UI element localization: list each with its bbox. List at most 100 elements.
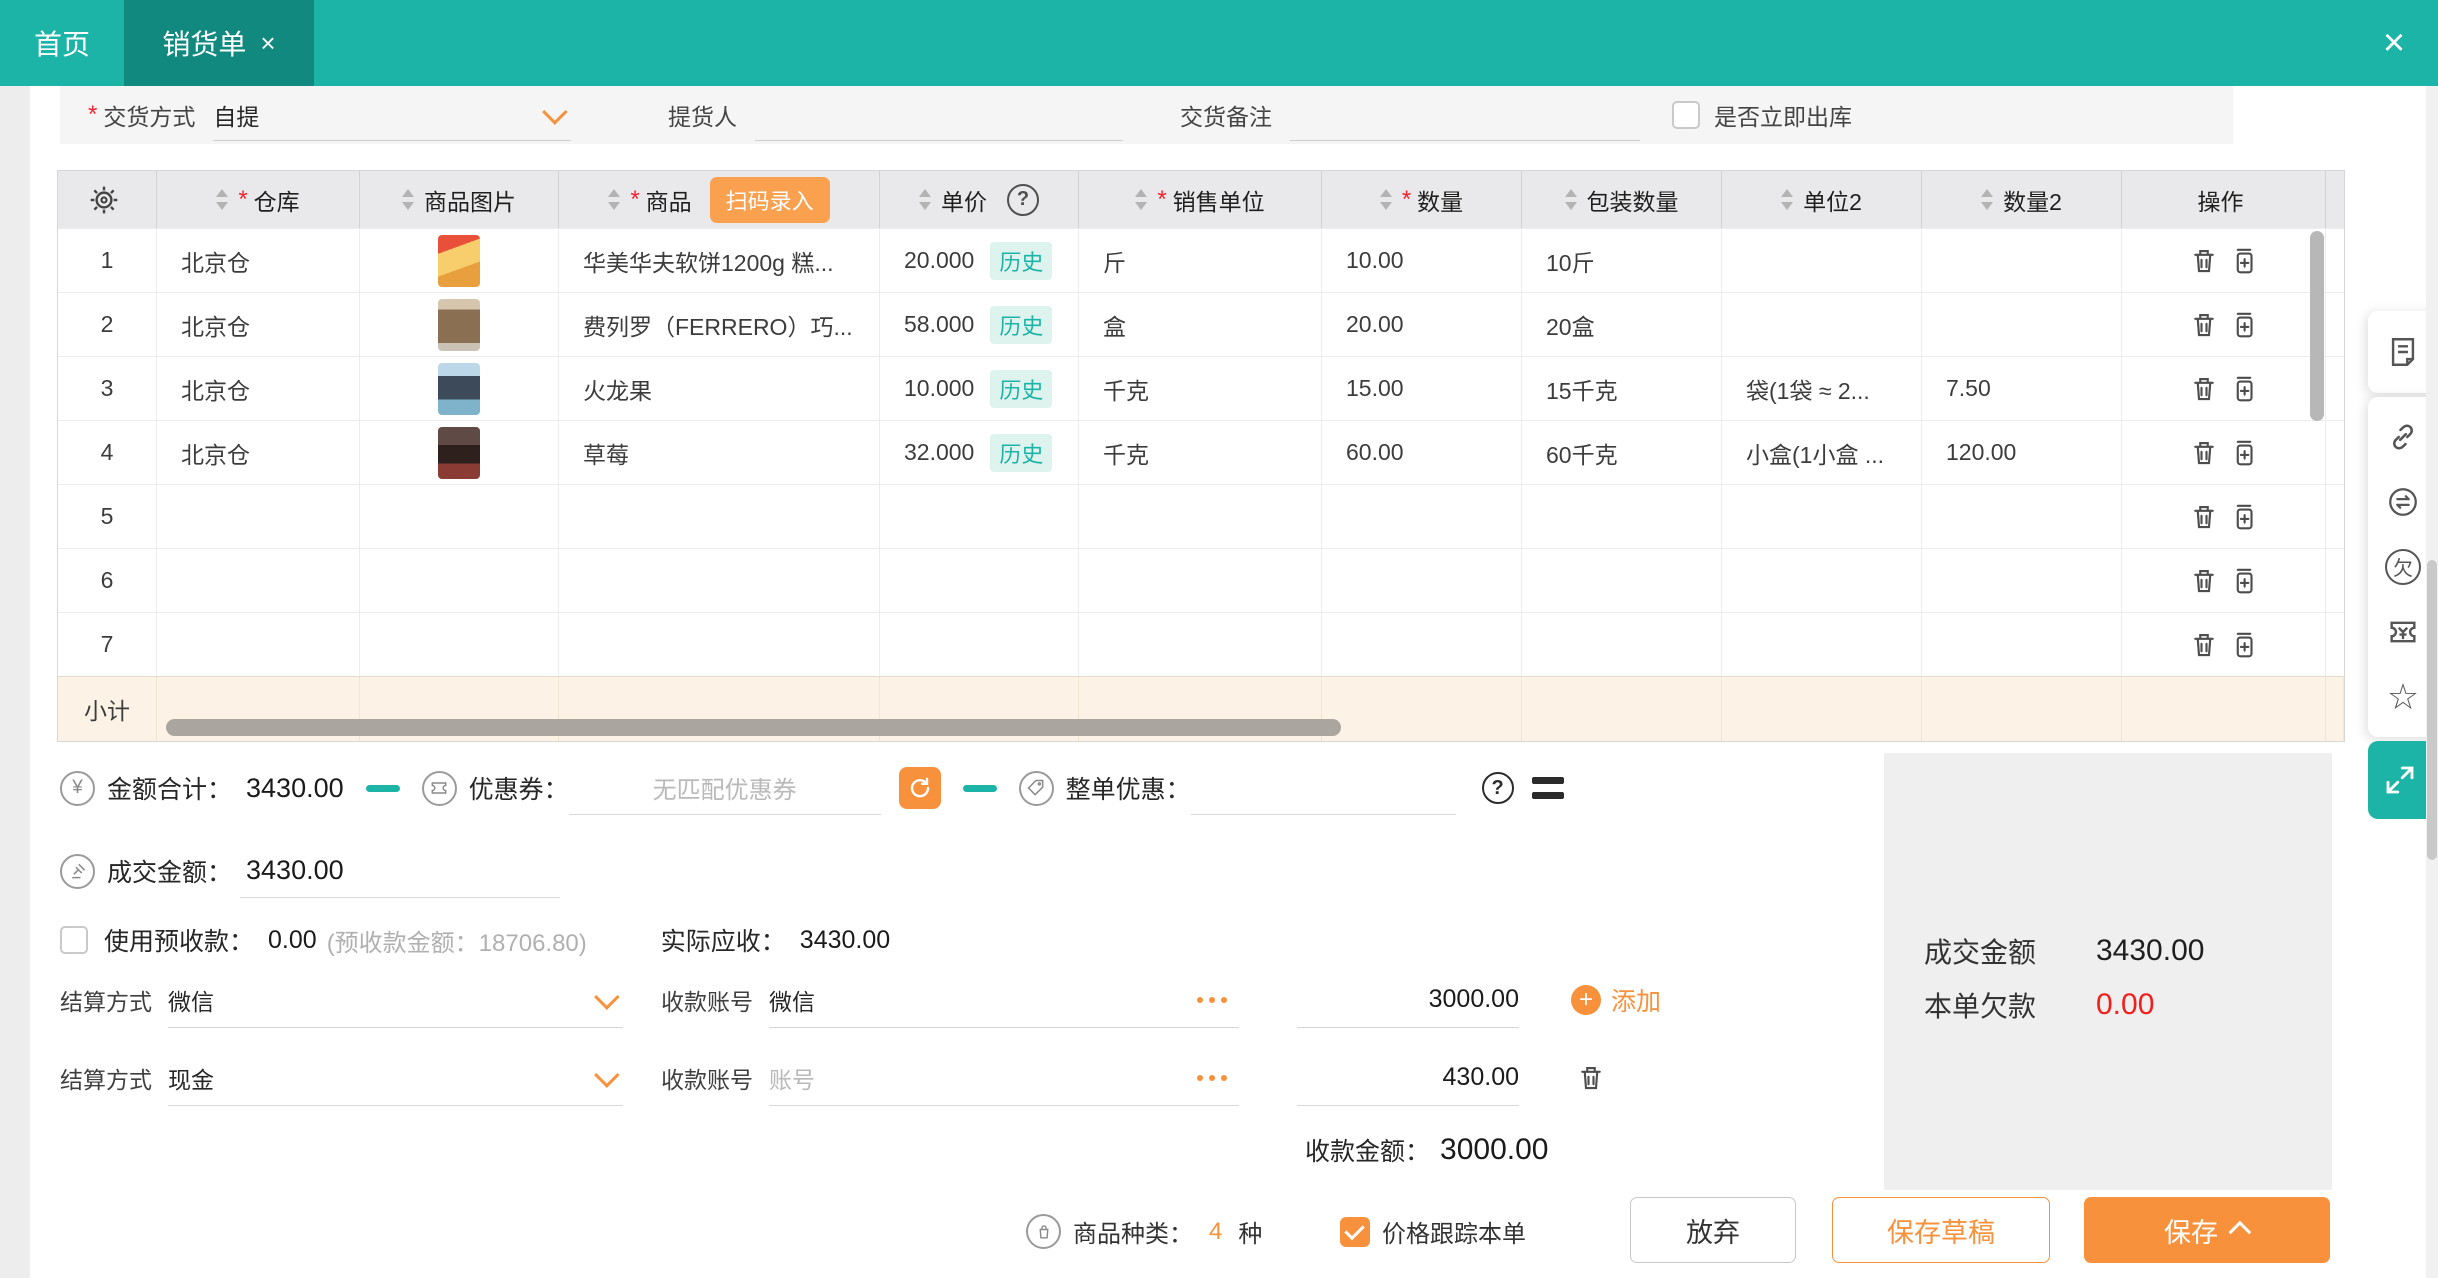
cell-pack-qty[interactable]: 15千克 xyxy=(1522,357,1722,420)
header-price[interactable]: 单价 ? xyxy=(880,171,1079,228)
receive-account-input[interactable]: 微信 xyxy=(769,973,1239,1028)
delete-row-icon[interactable] xyxy=(2184,241,2224,281)
cell-product[interactable]: 费列罗（FERRERO）巧... xyxy=(559,293,880,356)
copy-row-icon[interactable] xyxy=(2224,561,2264,601)
receive-account-input[interactable]: 账号 xyxy=(769,1051,1239,1106)
payment-amount-input[interactable]: 430.00 xyxy=(1297,1051,1519,1106)
cell-qty[interactable] xyxy=(1322,549,1522,612)
cell-unit2[interactable]: 袋(1袋 ≈ 2... xyxy=(1722,357,1922,420)
horizontal-scrollbar-thumb[interactable] xyxy=(166,719,1341,736)
save-draft-button[interactable]: 保存草稿 xyxy=(1832,1197,2050,1263)
cell-unit2[interactable] xyxy=(1722,613,1922,676)
sort-icons[interactable] xyxy=(919,189,931,210)
delete-row-icon[interactable] xyxy=(2184,497,2224,537)
copy-row-icon[interactable] xyxy=(2224,305,2264,345)
cell-qty[interactable]: 10.00 xyxy=(1322,229,1522,292)
immediate-outbound-checkbox[interactable] xyxy=(1672,101,1700,129)
cell-price[interactable]: 20.000 历史 xyxy=(880,229,1079,292)
sort-icons[interactable] xyxy=(1135,189,1148,210)
copy-row-icon[interactable] xyxy=(2224,433,2264,473)
delete-row-icon[interactable] xyxy=(2184,561,2224,601)
cell-qty[interactable]: 15.00 xyxy=(1322,357,1522,420)
history-price-badge[interactable]: 历史 xyxy=(990,433,1053,472)
cell-price[interactable] xyxy=(880,613,1079,676)
coupon-input[interactable]: 无匹配优惠券 xyxy=(568,762,881,815)
page-scrollbar-thumb[interactable] xyxy=(2427,560,2437,860)
cell-sale-unit[interactable] xyxy=(1079,485,1322,548)
cell-qty2[interactable] xyxy=(1922,549,2122,612)
cell-qty2[interactable] xyxy=(1922,293,2122,356)
cell-sale-unit[interactable] xyxy=(1079,613,1322,676)
cell-warehouse[interactable]: 北京仓 xyxy=(157,293,360,356)
header-pack-qty[interactable]: 包装数量 xyxy=(1522,171,1722,228)
add-payment-button[interactable]: + 添加 xyxy=(1571,982,1661,1018)
favorite-star-icon[interactable]: ☆ xyxy=(2383,677,2423,717)
use-advance-checkbox[interactable] xyxy=(60,926,88,954)
cell-price[interactable] xyxy=(880,485,1079,548)
cell-product[interactable]: 华美华夫软饼1200g 糕... xyxy=(559,229,880,292)
product-image[interactable] xyxy=(438,298,480,351)
cell-warehouse[interactable]: 北京仓 xyxy=(157,421,360,484)
cell-sale-unit[interactable]: 斤 xyxy=(1079,229,1322,292)
cell-qty[interactable] xyxy=(1322,485,1522,548)
delete-payment-icon[interactable] xyxy=(1571,1058,1611,1098)
expand-fullscreen-button[interactable] xyxy=(2368,741,2432,819)
abandon-button[interactable]: 放弃 xyxy=(1630,1197,1796,1263)
header-qty2[interactable]: 数量2 xyxy=(1922,171,2122,228)
exchange-icon[interactable] xyxy=(2383,482,2423,522)
history-price-badge[interactable]: 历史 xyxy=(990,369,1053,408)
cell-unit2[interactable] xyxy=(1722,549,1922,612)
sort-icons[interactable] xyxy=(608,189,621,210)
sort-icons[interactable] xyxy=(216,189,229,210)
cell-price[interactable] xyxy=(880,549,1079,612)
sort-icons[interactable] xyxy=(1379,189,1392,210)
history-price-badge[interactable]: 历史 xyxy=(990,305,1053,344)
tab-sales-order[interactable]: 销货单 × xyxy=(124,0,314,86)
delivery-method-select[interactable]: 自提 xyxy=(213,90,572,141)
cell-qty[interactable] xyxy=(1322,613,1522,676)
cell-unit2[interactable] xyxy=(1722,293,1922,356)
price-track-checkbox[interactable] xyxy=(1340,1216,1370,1247)
whole-order-discount-input[interactable] xyxy=(1190,762,1456,815)
scan-entry-button[interactable]: 扫码录入 xyxy=(709,176,830,223)
cell-warehouse[interactable] xyxy=(157,549,360,612)
copy-row-icon[interactable] xyxy=(2224,241,2264,281)
cell-unit2[interactable] xyxy=(1722,229,1922,292)
cell-qty2[interactable]: 120.00 xyxy=(1922,421,2122,484)
cell-pack-qty[interactable] xyxy=(1522,485,1722,548)
cell-pack-qty[interactable] xyxy=(1522,549,1722,612)
cell-sale-unit[interactable]: 盒 xyxy=(1079,293,1322,356)
cell-warehouse[interactable]: 北京仓 xyxy=(157,357,360,420)
cell-price[interactable]: 10.000 历史 xyxy=(880,357,1079,420)
settle-method-select[interactable]: 现金 xyxy=(168,1051,623,1106)
delete-row-icon[interactable] xyxy=(2184,625,2224,665)
cell-product[interactable] xyxy=(559,549,880,612)
more-accounts-icon[interactable] xyxy=(1197,996,1227,1003)
cell-sale-unit[interactable] xyxy=(1079,549,1322,612)
product-image[interactable] xyxy=(438,426,480,479)
cell-warehouse[interactable]: 北京仓 xyxy=(157,229,360,292)
delete-row-icon[interactable] xyxy=(2184,369,2224,409)
sort-icons[interactable] xyxy=(402,189,414,210)
cell-price[interactable]: 32.000 历史 xyxy=(880,421,1079,484)
copy-row-icon[interactable] xyxy=(2224,625,2264,665)
column-settings-button[interactable] xyxy=(58,171,157,228)
cell-qty2[interactable] xyxy=(1922,613,2122,676)
cell-pack-qty[interactable]: 60千克 xyxy=(1522,421,1722,484)
tab-close-icon[interactable]: × xyxy=(260,28,275,59)
cell-pack-qty[interactable]: 20盒 xyxy=(1522,293,1722,356)
cell-warehouse[interactable] xyxy=(157,485,360,548)
tab-home[interactable]: 首页 xyxy=(0,0,124,86)
window-close-icon[interactable]: × xyxy=(2364,0,2424,86)
header-unit2[interactable]: 单位2 xyxy=(1722,171,1922,228)
cell-pack-qty[interactable]: 10斤 xyxy=(1522,229,1722,292)
note-doc-icon[interactable] xyxy=(2383,332,2423,372)
vertical-scrollbar-thumb[interactable] xyxy=(2310,231,2324,421)
cell-price[interactable]: 58.000 历史 xyxy=(880,293,1079,356)
payment-amount-input[interactable]: 3000.00 xyxy=(1297,973,1519,1028)
refresh-coupon-button[interactable] xyxy=(898,767,941,809)
page-scrollbar[interactable] xyxy=(2426,86,2438,1278)
cell-qty2[interactable] xyxy=(1922,229,2122,292)
cell-sale-unit[interactable]: 千克 xyxy=(1079,421,1322,484)
link-icon[interactable] xyxy=(2383,417,2423,457)
